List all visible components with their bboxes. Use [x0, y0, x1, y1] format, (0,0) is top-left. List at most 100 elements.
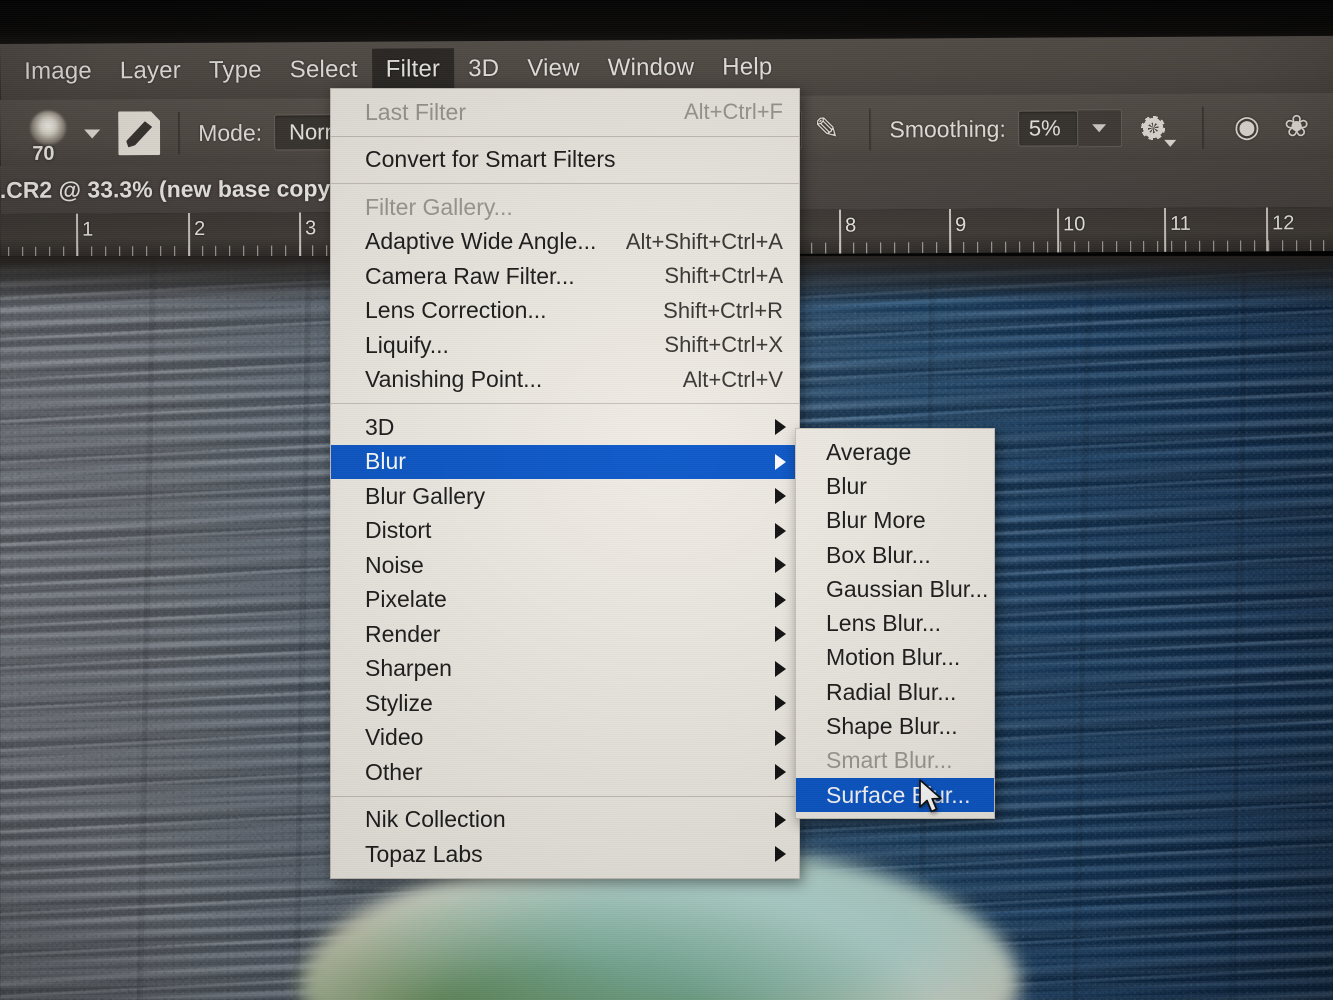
submenu-item-label: Box Blur...: [826, 541, 931, 568]
menubar-item-3d[interactable]: 3D: [454, 48, 513, 92]
menu-item-adaptive-wide-angle[interactable]: Adaptive Wide Angle... Alt+Shift+Ctrl+A: [331, 225, 799, 260]
menu-item-camera-raw-filter[interactable]: Camera Raw Filter... Shift+Ctrl+A: [331, 259, 799, 294]
submenu-item-label: Shape Blur...: [826, 713, 958, 740]
menu-item-video[interactable]: Video: [331, 721, 799, 756]
ruler-major-tick: [948, 209, 952, 254]
brush-size-group[interactable]: 70: [0, 99, 172, 168]
submenu-item-surface-blur[interactable]: Surface Blur...: [796, 777, 994, 813]
submenu-arrow-icon: [775, 729, 786, 746]
menu-item-nik-collection[interactable]: Nik Collection: [331, 803, 799, 838]
menubar-item-filter[interactable]: Filter: [371, 48, 455, 93]
ruler-minor-tick: [1282, 240, 1284, 252]
smoothing-dropdown[interactable]: [1077, 109, 1122, 148]
submenu-item-blur[interactable]: Blur: [796, 469, 994, 503]
symmetry-butterfly-icon[interactable]: ❀: [1284, 110, 1309, 143]
menubar-item-help[interactable]: Help: [708, 46, 786, 90]
submenu-item-blur-more[interactable]: Blur More: [796, 504, 994, 538]
ruler-minor-tick: [1309, 240, 1311, 252]
filter-menu[interactable]: Last Filter Alt+Ctrl+F Convert for Smart F…: [330, 88, 800, 879]
menu-item-last-filter[interactable]: Last Filter Alt+Ctrl+F: [331, 95, 799, 130]
menu-item-shortcut: Shift+Ctrl+A: [664, 263, 783, 289]
smoothing-value[interactable]: 5%: [1017, 110, 1078, 147]
submenu-item-motion-blur[interactable]: Motion Blur...: [796, 641, 994, 675]
submenu-item-lens-blur[interactable]: Lens Blur...: [796, 606, 994, 640]
submenu-item-box-blur[interactable]: Box Blur...: [796, 538, 994, 572]
submenu-item-smart-blur[interactable]: Smart Blur...: [796, 744, 994, 778]
ruler-minor-tick: [1268, 240, 1270, 252]
submenu-item-gaussian-blur[interactable]: Gaussian Blur...: [796, 572, 994, 606]
menu-item-lens-correction[interactable]: Lens Correction... Shift+Ctrl+R: [331, 294, 799, 329]
menu-item-shortcut: Alt+Ctrl+F: [683, 99, 783, 125]
menu-item-distort[interactable]: Distort: [331, 514, 799, 549]
pressure-for-size-icon[interactable]: ◉: [1234, 110, 1260, 143]
menu-item-label: Video: [365, 724, 424, 751]
menu-item-convert-for-smart-filters[interactable]: Convert for Smart Filters: [331, 143, 799, 178]
menu-item-shortcut: Alt+Ctrl+V: [682, 366, 783, 392]
ruler-minor-tick: [1254, 240, 1256, 252]
submenu-item-shape-blur[interactable]: Shape Blur...: [796, 709, 994, 743]
menu-item-label: Filter Gallery...: [365, 193, 513, 220]
blur-submenu[interactable]: Average Blur Blur More Box Blur... Gaussian …: [795, 428, 995, 820]
ruler-minor-tick: [1074, 241, 1076, 253]
menu-separator: [331, 795, 799, 797]
menu-item-topaz-labs[interactable]: Topaz Labs: [331, 837, 799, 872]
ruler-minor-tick: [1102, 241, 1104, 253]
ruler-minor-tick: [1143, 241, 1145, 253]
document-title[interactable]: ).CR2 @ 33.3% (new base copy 2, F: [0, 175, 376, 204]
menubar-item-window[interactable]: Window: [594, 47, 709, 92]
brush-preset-icon[interactable]: [118, 111, 160, 155]
ruler-minor-tick: [1157, 240, 1159, 252]
submenu-arrow-icon: [775, 488, 786, 505]
menu-item-blur-gallery[interactable]: Blur Gallery: [331, 479, 799, 514]
ruler-minor-tick: [1018, 241, 1021, 253]
brush-glyph: [126, 121, 152, 147]
menu-item-other[interactable]: Other: [331, 755, 799, 790]
menu-item-blur[interactable]: Blur: [331, 444, 799, 479]
menu-item-render[interactable]: Render: [331, 617, 799, 652]
chevron-down-icon[interactable]: [84, 128, 101, 139]
menu-item-filter-gallery[interactable]: Filter Gallery...: [331, 190, 799, 225]
airbrush-icon[interactable]: ✎: [814, 113, 839, 146]
ruler-minor-tick: [1226, 240, 1228, 252]
submenu-item-average[interactable]: Average: [796, 435, 994, 469]
menubar-item-type[interactable]: Type: [195, 49, 276, 93]
menu-item-label: Other: [365, 758, 423, 785]
ruler-major-tick: [1163, 207, 1167, 252]
ruler-minor-tick: [825, 242, 827, 254]
pressure-group: ◉ ❀: [1210, 93, 1333, 162]
menu-item-sharpen[interactable]: Sharpen: [331, 652, 799, 687]
menubar-item-select[interactable]: Select: [276, 49, 372, 94]
ruler-minor-tick: [908, 242, 910, 254]
menu-item-3d[interactable]: 3D: [331, 410, 799, 445]
ruler-minor-tick: [921, 242, 924, 254]
ruler-major-tick: [75, 213, 79, 258]
ruler-label: 1: [82, 218, 94, 241]
menubar-item-image[interactable]: Image: [10, 50, 106, 95]
menu-item-label: Pixelate: [365, 586, 447, 613]
gear-icon[interactable]: [1136, 111, 1176, 147]
menubar-item-layer[interactable]: Layer: [106, 50, 195, 95]
menu-item-label: Last Filter: [365, 98, 466, 125]
ruler-label: 9: [955, 213, 967, 236]
ruler-label: 8: [845, 214, 857, 237]
ruler-minor-tick: [963, 241, 965, 253]
menubar-item-view[interactable]: View: [513, 47, 594, 91]
menu-item-stylize[interactable]: Stylize: [331, 686, 799, 721]
submenu-item-radial-blur[interactable]: Radial Blur...: [796, 675, 994, 709]
ruler-minor-tick: [880, 242, 882, 254]
mode-label: Mode:: [198, 119, 263, 146]
menu-item-noise[interactable]: Noise: [331, 548, 799, 583]
ruler-minor-tick: [1323, 240, 1325, 252]
photoshop-window: Image Layer Type Select Filter 3D View Window He…: [0, 0, 1333, 1000]
chevron-down-icon: [1163, 139, 1176, 147]
smoothing-label: Smoothing:: [889, 115, 1006, 142]
submenu-arrow-icon: [775, 419, 786, 436]
menu-item-pixelate[interactable]: Pixelate: [331, 583, 799, 618]
menu-item-liquify[interactable]: Liquify... Shift+Ctrl+X: [331, 328, 799, 363]
ruler-major-tick: [1265, 207, 1269, 252]
menu-item-vanishing-point[interactable]: Vanishing Point... Alt+Ctrl+V: [331, 363, 799, 398]
submenu-item-label: Blur More: [826, 507, 926, 534]
toolbar-divider: [869, 108, 872, 151]
brush-preview-thumbnail[interactable]: 70: [24, 110, 72, 165]
toolbar-divider: [178, 112, 181, 155]
